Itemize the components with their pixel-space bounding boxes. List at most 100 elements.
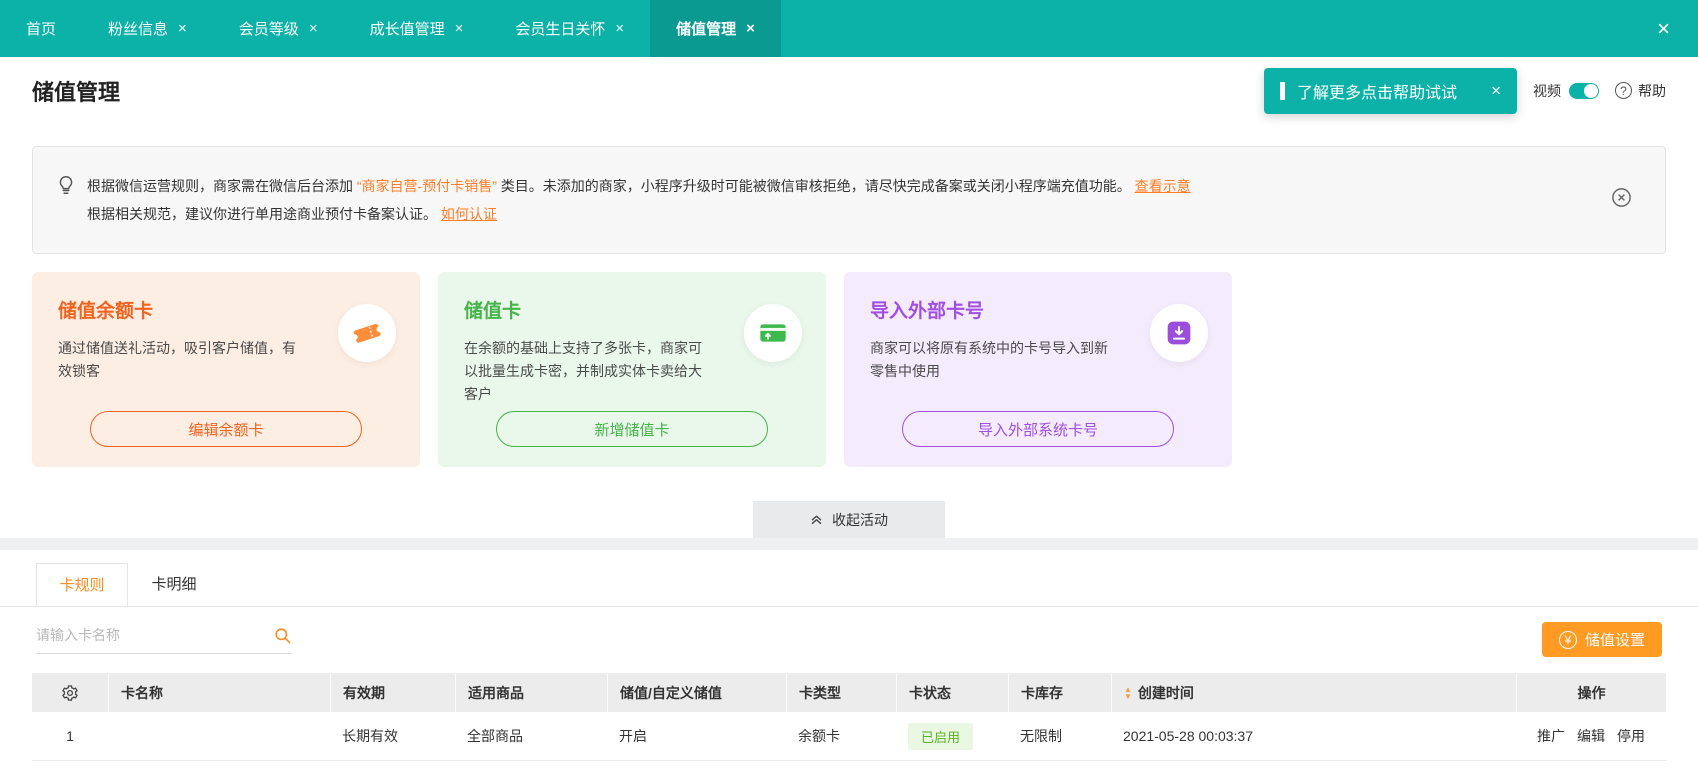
disable-link[interactable]: 停用: [1617, 726, 1645, 746]
stored-value-settings-button[interactable]: ¥ 储值设置: [1541, 622, 1662, 657]
help-tooltip-text: 了解更多点击帮助试试: [1297, 84, 1458, 102]
chevron-double-up-icon: [810, 513, 823, 526]
header-actions: 了解更多点击帮助试试 × 视频 ? 帮助: [1264, 67, 1666, 114]
card-name-search: [36, 626, 292, 654]
video-toggle-group: 视频: [1533, 81, 1599, 101]
cell-card-type: 余额卡: [798, 728, 840, 744]
tab-growth-value[interactable]: 成长值管理 ×: [344, 0, 490, 57]
table-row: 1 长期有效 全部商品 开启 余额卡 已启用 无限制 2021-05-28 00…: [32, 712, 1666, 761]
cell-created-time: 2021-05-28 00:03:37: [1123, 728, 1253, 744]
col-created-time: ▲ ▼ 创建时间: [1111, 673, 1516, 712]
col-products: 适用商品: [455, 673, 607, 712]
guide-icon: [1280, 81, 1286, 100]
created-time-label: 创建时间: [1137, 684, 1194, 701]
close-icon[interactable]: ×: [615, 21, 624, 36]
tab-label: 首页: [26, 21, 57, 38]
notice-text: 根据微信运营规则，商家需在微信后台添加 “商家自营-预付卡销售” 类目。未添加的…: [87, 172, 1580, 228]
notice-line1-suffix: 类目。未添加的商家，小程序升级时可能被微信审核拒绝，请尽快完成备案或关闭小程序端…: [500, 178, 1131, 194]
import-external-card-panel: 导入外部卡号 商家可以将原有系统中的卡号导入到新零售中使用 导入外部系统卡号: [844, 272, 1232, 467]
import-external-card-button[interactable]: 导入外部系统卡号: [902, 411, 1174, 447]
help-label: 帮助: [1638, 82, 1666, 99]
main-panel: 储值管理 了解更多点击帮助试试 × 视频 ? 帮助 根据微信运营规则，商家需在微…: [0, 57, 1698, 538]
cell-products: 全部商品: [467, 728, 523, 744]
notice-line-1: 根据微信运营规则，商家需在微信后台添加 “商家自营-预付卡销售” 类目。未添加的…: [87, 172, 1580, 200]
col-card-type: 卡类型: [786, 673, 896, 712]
settings-button-label: 储值设置: [1584, 632, 1645, 649]
card-rules-table: 卡名称 有效期 适用商品 储值/自定义储值 卡类型 卡状态 卡库存 ▲ ▼ 创建时…: [32, 673, 1666, 761]
notice-line2-text: 根据相关规范，建议你进行单用途商业预付卡备案认证。: [87, 206, 437, 222]
close-icon[interactable]: ×: [455, 21, 464, 36]
sort-icon[interactable]: ▲ ▼: [1124, 685, 1132, 700]
row-index: 1: [66, 728, 74, 744]
col-actions: 操作: [1516, 673, 1666, 712]
promote-link[interactable]: 推广: [1537, 726, 1565, 746]
tab-stored-value-active[interactable]: 储值管理 ×: [650, 0, 781, 57]
col-card-status: 卡状态: [896, 673, 1008, 712]
tab-label: 会员等级: [238, 21, 299, 38]
tab-card-details[interactable]: 卡明细: [128, 563, 220, 606]
ticket-icon: [338, 304, 396, 362]
collapse-activities-button[interactable]: 收起活动: [753, 501, 945, 538]
cell-card-status: 已启用: [896, 722, 1008, 750]
column-settings-gear-icon[interactable]: [32, 673, 108, 712]
collapse-row: 收起活动: [0, 501, 1698, 538]
add-stored-value-card-button[interactable]: 新增储值卡: [496, 411, 768, 447]
view-example-link[interactable]: 查看示意: [1135, 178, 1191, 194]
col-stored-value: 储值/自定义储值: [607, 673, 786, 712]
card-description: 通过储值送礼活动，吸引客户储值，有效锁客: [58, 340, 296, 379]
top-tab-bar: 首页 粉丝信息 × 会员等级 × 成长值管理 × 会员生日关怀 × 储值管理 ×…: [0, 0, 1698, 57]
tab-label: 储值管理: [676, 21, 737, 38]
wechat-notice-banner: 根据微信运营规则，商家需在微信后台添加 “商家自营-预付卡销售” 类目。未添加的…: [32, 146, 1666, 254]
card-description: 商家可以将原有系统中的卡号导入到新零售中使用: [870, 340, 1108, 379]
video-toggle-switch[interactable]: [1569, 82, 1599, 99]
col-card-stock: 卡库存: [1008, 673, 1111, 712]
question-icon: ?: [1615, 82, 1632, 99]
tab-label: 粉丝信息: [108, 21, 169, 38]
card-upload-icon: [744, 304, 802, 362]
tooltip-close-icon[interactable]: ×: [1491, 81, 1501, 101]
page-header: 储值管理 了解更多点击帮助试试 × 视频 ? 帮助: [0, 57, 1698, 124]
balance-card-panel: 储值余额卡 通过储值送礼活动，吸引客户储值，有效锁客 编辑余额卡: [32, 272, 420, 467]
card-description: 在余额的基础上支持了多张卡，商家可以批量生成卡密，并制成实体卡卖给大客户: [464, 340, 702, 402]
tab-label: 成长值管理: [369, 21, 445, 38]
promo-cards: 储值余额卡 通过储值送礼活动，吸引客户储值，有效锁客 编辑余额卡 储值卡 在余额…: [32, 272, 1666, 467]
status-badge: 已启用: [908, 722, 974, 750]
cell-stored-value: 开启: [619, 728, 647, 744]
tab-card-rules[interactable]: 卡规则: [36, 563, 128, 606]
panel-tabs: 卡规则 卡明细: [0, 550, 1698, 607]
yen-icon: ¥: [1558, 630, 1577, 649]
edit-link[interactable]: 编辑: [1577, 726, 1605, 746]
cell-card-stock: 无限制: [1020, 728, 1062, 744]
tab-birthday-care[interactable]: 会员生日关怀 ×: [489, 0, 650, 57]
lightbulb-icon: [55, 172, 87, 201]
search-input[interactable]: [36, 627, 273, 643]
collapse-label: 收起活动: [832, 511, 888, 528]
col-validity: 有效期: [330, 673, 455, 712]
import-download-icon: [1150, 304, 1208, 362]
notice-line-2: 根据相关规范，建议你进行单用途商业预付卡备案认证。 如何认证: [87, 200, 1580, 228]
tab-member-level[interactable]: 会员等级 ×: [213, 0, 344, 57]
search-icon[interactable]: [273, 626, 292, 645]
window-close-icon[interactable]: ×: [1629, 0, 1698, 57]
edit-balance-card-button[interactable]: 编辑余额卡: [90, 411, 362, 447]
tab-fan-info[interactable]: 粉丝信息 ×: [82, 0, 213, 57]
card-rules-panel: 卡规则 卡明细 ¥ 储值设置 卡名称 有效期: [0, 550, 1698, 771]
video-label: 视频: [1533, 82, 1561, 99]
close-icon[interactable]: ×: [746, 21, 755, 36]
notice-line1-highlight: “商家自营-预付卡销售”: [356, 178, 497, 194]
stored-value-card-panel: 储值卡 在余额的基础上支持了多张卡，商家可以批量生成卡密，并制成实体卡卖给大客户…: [438, 272, 826, 467]
table-header-row: 卡名称 有效期 适用商品 储值/自定义储值 卡类型 卡状态 卡库存 ▲ ▼ 创建时…: [32, 673, 1666, 712]
close-icon[interactable]: ×: [178, 21, 187, 36]
help-tooltip[interactable]: 了解更多点击帮助试试 ×: [1264, 67, 1517, 114]
col-card-name: 卡名称: [108, 673, 330, 712]
page-title: 储值管理: [32, 79, 121, 105]
cell-validity: 长期有效: [342, 728, 398, 744]
cell-actions: 推广 编辑 停用: [1516, 726, 1666, 746]
help-button[interactable]: ? 帮助: [1615, 81, 1666, 101]
tab-home[interactable]: 首页: [0, 0, 82, 57]
how-to-certify-link[interactable]: 如何认证: [441, 206, 497, 222]
table-toolbar: ¥ 储值设置: [0, 607, 1698, 657]
notice-line1-prefix: 根据微信运营规则，商家需在微信后台添加: [87, 178, 353, 194]
notice-close-icon[interactable]: [1610, 186, 1633, 214]
close-icon[interactable]: ×: [309, 21, 318, 36]
